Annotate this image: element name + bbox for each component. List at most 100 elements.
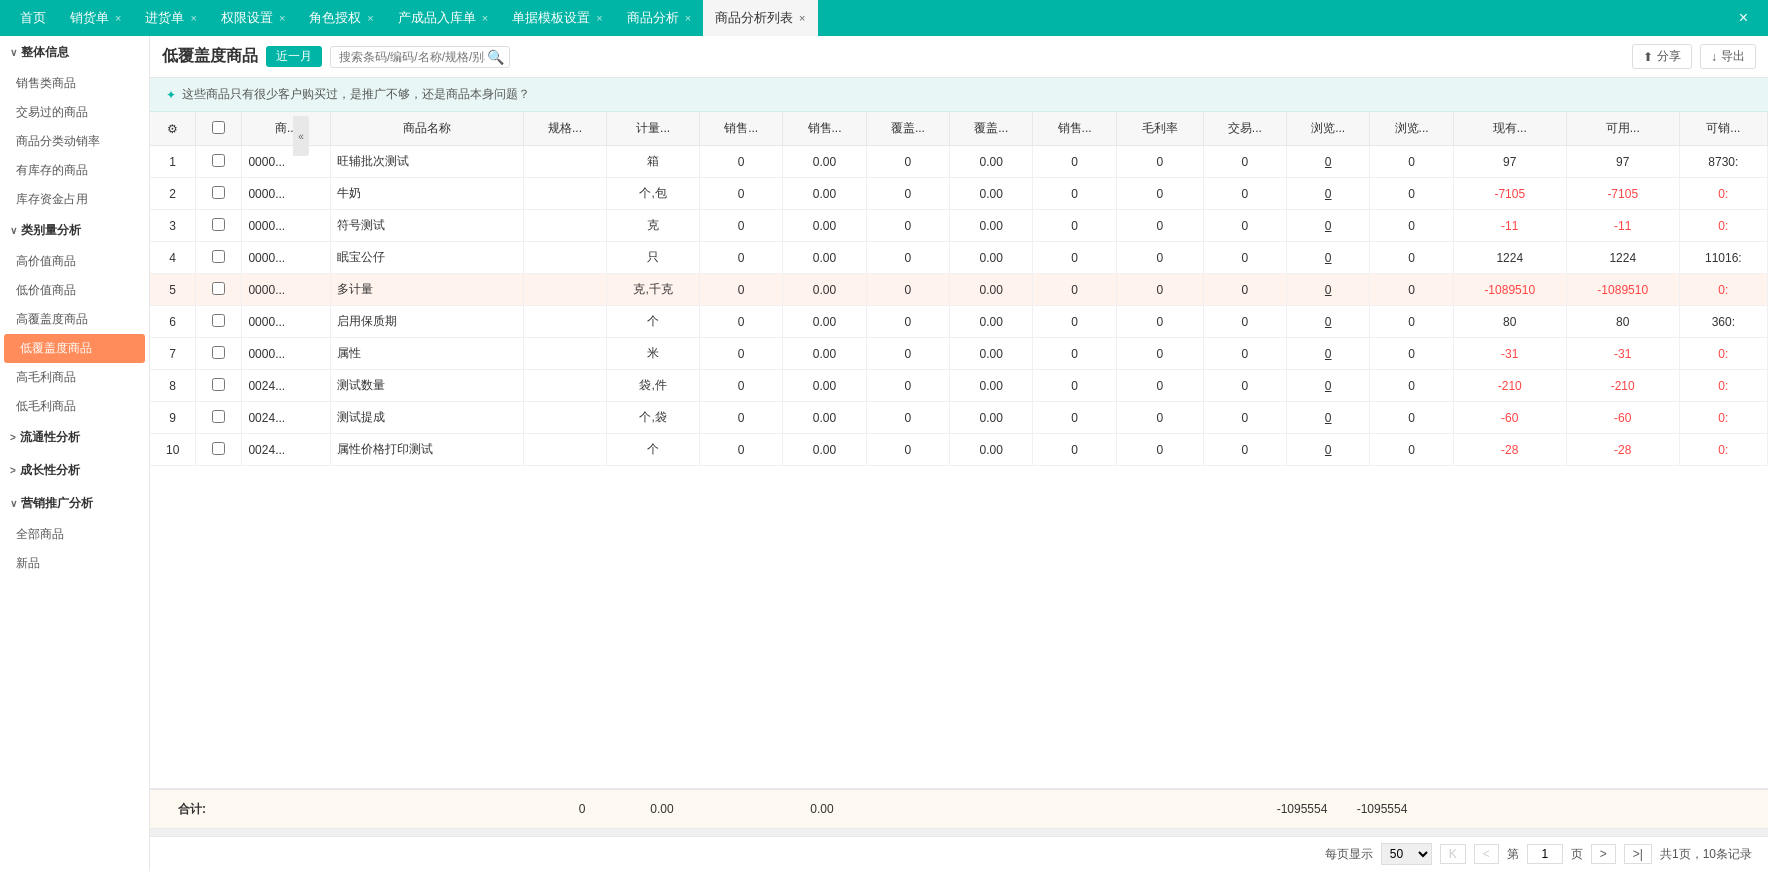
next-page-button[interactable]: > — [1591, 844, 1616, 864]
row-name[interactable]: 多计量 — [330, 274, 523, 306]
sidebar-item-high-margin[interactable]: 高毛利商品 — [0, 363, 149, 392]
row-checkbox[interactable] — [196, 210, 242, 242]
row-browse1[interactable]: 0 — [1287, 242, 1370, 274]
share-button[interactable]: ⬆ 分享 — [1632, 44, 1692, 69]
nav-close-icon[interactable]: × — [190, 12, 196, 24]
row-checkbox[interactable] — [196, 274, 242, 306]
per-page-select[interactable]: 50 20 100 — [1381, 843, 1432, 865]
prev-page-button[interactable]: < — [1474, 844, 1499, 864]
search-icon[interactable]: 🔍 — [487, 49, 504, 65]
row-name[interactable]: 属性 — [330, 338, 523, 370]
select-all-checkbox[interactable] — [212, 121, 225, 134]
nav-role-auth[interactable]: 角色授权 × — [297, 0, 385, 36]
sidebar-item-traded-goods[interactable]: 交易过的商品 — [0, 98, 149, 127]
sidebar-section-growth[interactable]: > 成长性分析 — [0, 454, 149, 487]
row-browse1[interactable]: 0 — [1287, 370, 1370, 402]
row-browse1[interactable]: 0 — [1287, 338, 1370, 370]
sidebar-section-marketing[interactable]: ∨ 营销推广分析 — [0, 487, 149, 520]
row-gross: 0 — [1116, 434, 1203, 466]
nav-close-icon[interactable]: × — [596, 12, 602, 24]
page-number-input[interactable] — [1527, 844, 1563, 864]
row-code: 0000... — [242, 306, 330, 338]
nav-product-analysis-list[interactable]: 商品分析列表 × — [703, 0, 817, 36]
row-sales-amt: 0.00 — [783, 242, 866, 274]
row-cov1: 0 — [866, 242, 949, 274]
nav-close-icon[interactable]: × — [279, 12, 285, 24]
sidebar-item-stocked-goods[interactable]: 有库存的商品 — [0, 156, 149, 185]
row-sales3: 0 — [1033, 338, 1116, 370]
nav-close-icon[interactable]: × — [685, 12, 691, 24]
row-checkbox[interactable] — [196, 242, 242, 274]
nav-close-icon[interactable]: × — [799, 12, 805, 24]
horizontal-scrollbar[interactable] — [150, 828, 1768, 836]
row-name[interactable]: 符号测试 — [330, 210, 523, 242]
col-sales3: 销售... — [1033, 112, 1116, 146]
table-wrapper[interactable]: ⚙ 商... 商品名称 规格... 计量... 销售... 销售... 覆盖..… — [150, 112, 1768, 788]
nav-home[interactable]: 首页 — [8, 0, 58, 36]
nav-close-icon[interactable]: × — [367, 12, 373, 24]
col-settings[interactable]: ⚙ — [150, 112, 196, 146]
nav-purchase-order[interactable]: 进货单 × — [133, 0, 208, 36]
time-filter-button[interactable]: 近一月 — [266, 46, 322, 67]
row-name[interactable]: 属性价格打印测试 — [330, 434, 523, 466]
sidebar-collapse-button[interactable]: « — [293, 116, 309, 156]
export-button[interactable]: ↓ 导出 — [1700, 44, 1756, 69]
nav-close-icon[interactable]: × — [482, 12, 488, 24]
nav-permissions[interactable]: 权限设置 × — [209, 0, 297, 36]
window-close-button[interactable]: × — [1727, 9, 1760, 27]
row-browse1[interactable]: 0 — [1287, 274, 1370, 306]
row-current: 1224 — [1453, 242, 1566, 274]
row-browse1[interactable]: 0 — [1287, 434, 1370, 466]
row-checkbox[interactable] — [196, 434, 242, 466]
row-browse1[interactable]: 0 — [1287, 178, 1370, 210]
sidebar-section-overall[interactable]: ∨ 整体信息 — [0, 36, 149, 69]
sidebar-item-low-margin[interactable]: 低毛利商品 — [0, 392, 149, 421]
row-name[interactable]: 旺辅批次测试 — [330, 146, 523, 178]
row-checkbox[interactable] — [196, 146, 242, 178]
row-available: -7105 — [1566, 178, 1679, 210]
first-page-button[interactable]: K — [1440, 844, 1466, 864]
row-trans: 0 — [1203, 306, 1286, 338]
row-num: 3 — [150, 210, 196, 242]
settings-icon[interactable]: ⚙ — [167, 122, 178, 136]
row-browse1[interactable]: 0 — [1287, 210, 1370, 242]
nav-product-entry[interactable]: 产成品入库单 × — [386, 0, 500, 36]
table-row: 1 0000... 旺辅批次测试 箱 0 0.00 0 0.00 0 0 0 0… — [150, 146, 1768, 178]
row-browse1[interactable]: 0 — [1287, 306, 1370, 338]
sidebar-item-new-goods[interactable]: 新品 — [0, 549, 149, 578]
row-checkbox[interactable] — [196, 402, 242, 434]
row-checkbox[interactable] — [196, 370, 242, 402]
row-name[interactable]: 测试提成 — [330, 402, 523, 434]
row-browse1[interactable]: 0 — [1287, 402, 1370, 434]
search-input[interactable] — [330, 46, 510, 68]
row-name[interactable]: 启用保质期 — [330, 306, 523, 338]
row-checkbox[interactable] — [196, 306, 242, 338]
row-gross: 0 — [1116, 402, 1203, 434]
sidebar-item-high-value[interactable]: 高价值商品 — [0, 247, 149, 276]
sidebar-item-all-goods[interactable]: 全部商品 — [0, 520, 149, 549]
row-name[interactable]: 牛奶 — [330, 178, 523, 210]
footer-current: -1095554 — [1262, 798, 1342, 820]
nav-template-settings[interactable]: 单据模板设置 × — [500, 0, 614, 36]
row-checkbox[interactable] — [196, 178, 242, 210]
row-browse2: 0 — [1370, 146, 1453, 178]
nav-sales-order[interactable]: 销货单 × — [58, 0, 133, 36]
sidebar-item-low-coverage[interactable]: 低覆盖度商品 — [4, 334, 145, 363]
row-spec — [523, 306, 606, 338]
sidebar-item-high-coverage[interactable]: 高覆盖度商品 — [0, 305, 149, 334]
sidebar-item-inventory-fund[interactable]: 库存资金占用 — [0, 185, 149, 214]
row-current: 80 — [1453, 306, 1566, 338]
row-name[interactable]: 测试数量 — [330, 370, 523, 402]
info-banner: ✦ 这些商品只有很少客户购买过，是推广不够，还是商品本身问题？ — [150, 78, 1768, 112]
nav-product-analysis[interactable]: 商品分析 × — [615, 0, 703, 36]
row-name[interactable]: 眠宝公仔 — [330, 242, 523, 274]
row-checkbox[interactable] — [196, 338, 242, 370]
sidebar-item-sales-goods[interactable]: 销售类商品 — [0, 69, 149, 98]
sidebar-section-category[interactable]: ∨ 类别量分析 — [0, 214, 149, 247]
row-browse1[interactable]: 0 — [1287, 146, 1370, 178]
sidebar-item-low-value[interactable]: 低价值商品 — [0, 276, 149, 305]
nav-close-icon[interactable]: × — [115, 12, 121, 24]
sidebar-item-category-turnover[interactable]: 商品分类动销率 — [0, 127, 149, 156]
last-page-button[interactable]: >| — [1624, 844, 1652, 864]
sidebar-section-liquidity[interactable]: > 流通性分析 — [0, 421, 149, 454]
